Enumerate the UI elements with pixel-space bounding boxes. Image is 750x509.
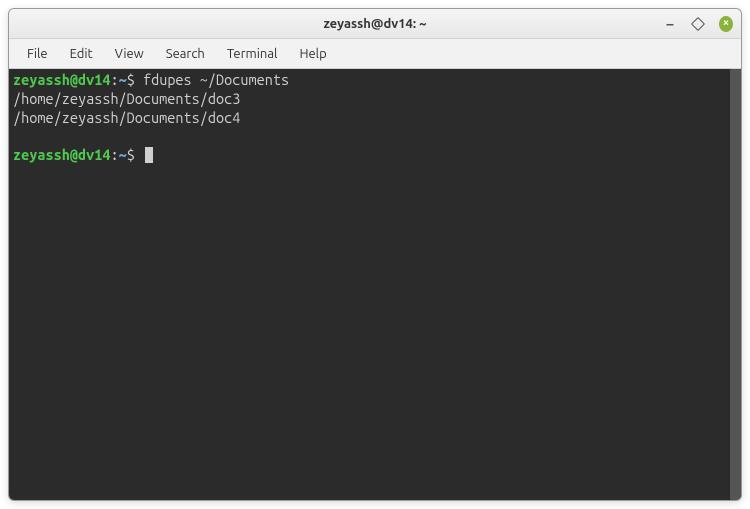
prompt-user-host: zeyassh@dv14 <box>13 71 110 88</box>
prompt-symbol: $ <box>127 71 135 88</box>
menu-help[interactable]: Help <box>289 43 336 65</box>
prompt-user-host: zeyassh@dv14 <box>13 146 110 163</box>
cursor <box>145 147 153 163</box>
terminal-line: zeyassh@dv14:~$ fdupes ~/Documents <box>13 71 737 90</box>
titlebar: zeyassh@dv14: ~ – × <box>9 9 741 39</box>
menu-edit[interactable]: Edit <box>60 43 103 65</box>
terminal-area[interactable]: zeyassh@dv14:~$ fdupes ~/Documents /home… <box>9 69 741 500</box>
maximize-button[interactable] <box>691 17 705 31</box>
menubar: File Edit View Search Terminal Help <box>9 39 741 69</box>
output-line: /home/zeyassh/Documents/doc3 <box>13 90 737 109</box>
minimize-button[interactable]: – <box>663 17 677 31</box>
window-controls: – × <box>663 17 733 31</box>
close-icon: × <box>719 16 733 32</box>
scrollbar[interactable] <box>730 69 741 500</box>
prompt-path: ~ <box>119 146 127 163</box>
scrollbar-thumb[interactable] <box>730 69 741 500</box>
terminal-line: zeyassh@dv14:~$ <box>13 146 737 165</box>
minimize-icon: – <box>667 16 674 32</box>
close-button[interactable]: × <box>719 17 733 31</box>
output-line: /home/zeyassh/Documents/doc4 <box>13 109 737 128</box>
prompt-path: ~ <box>119 71 127 88</box>
terminal-window: zeyassh@dv14: ~ – × File Edit View Searc… <box>8 8 742 501</box>
menu-view[interactable]: View <box>105 43 154 65</box>
command-text: fdupes ~/Documents <box>143 71 289 88</box>
maximize-icon <box>691 16 705 30</box>
blank-line <box>13 128 737 146</box>
menu-file[interactable]: File <box>17 43 58 65</box>
prompt-symbol: $ <box>127 146 135 163</box>
window-title: zeyassh@dv14: ~ <box>323 17 426 31</box>
menu-terminal[interactable]: Terminal <box>217 43 288 65</box>
menu-search[interactable]: Search <box>156 43 215 65</box>
